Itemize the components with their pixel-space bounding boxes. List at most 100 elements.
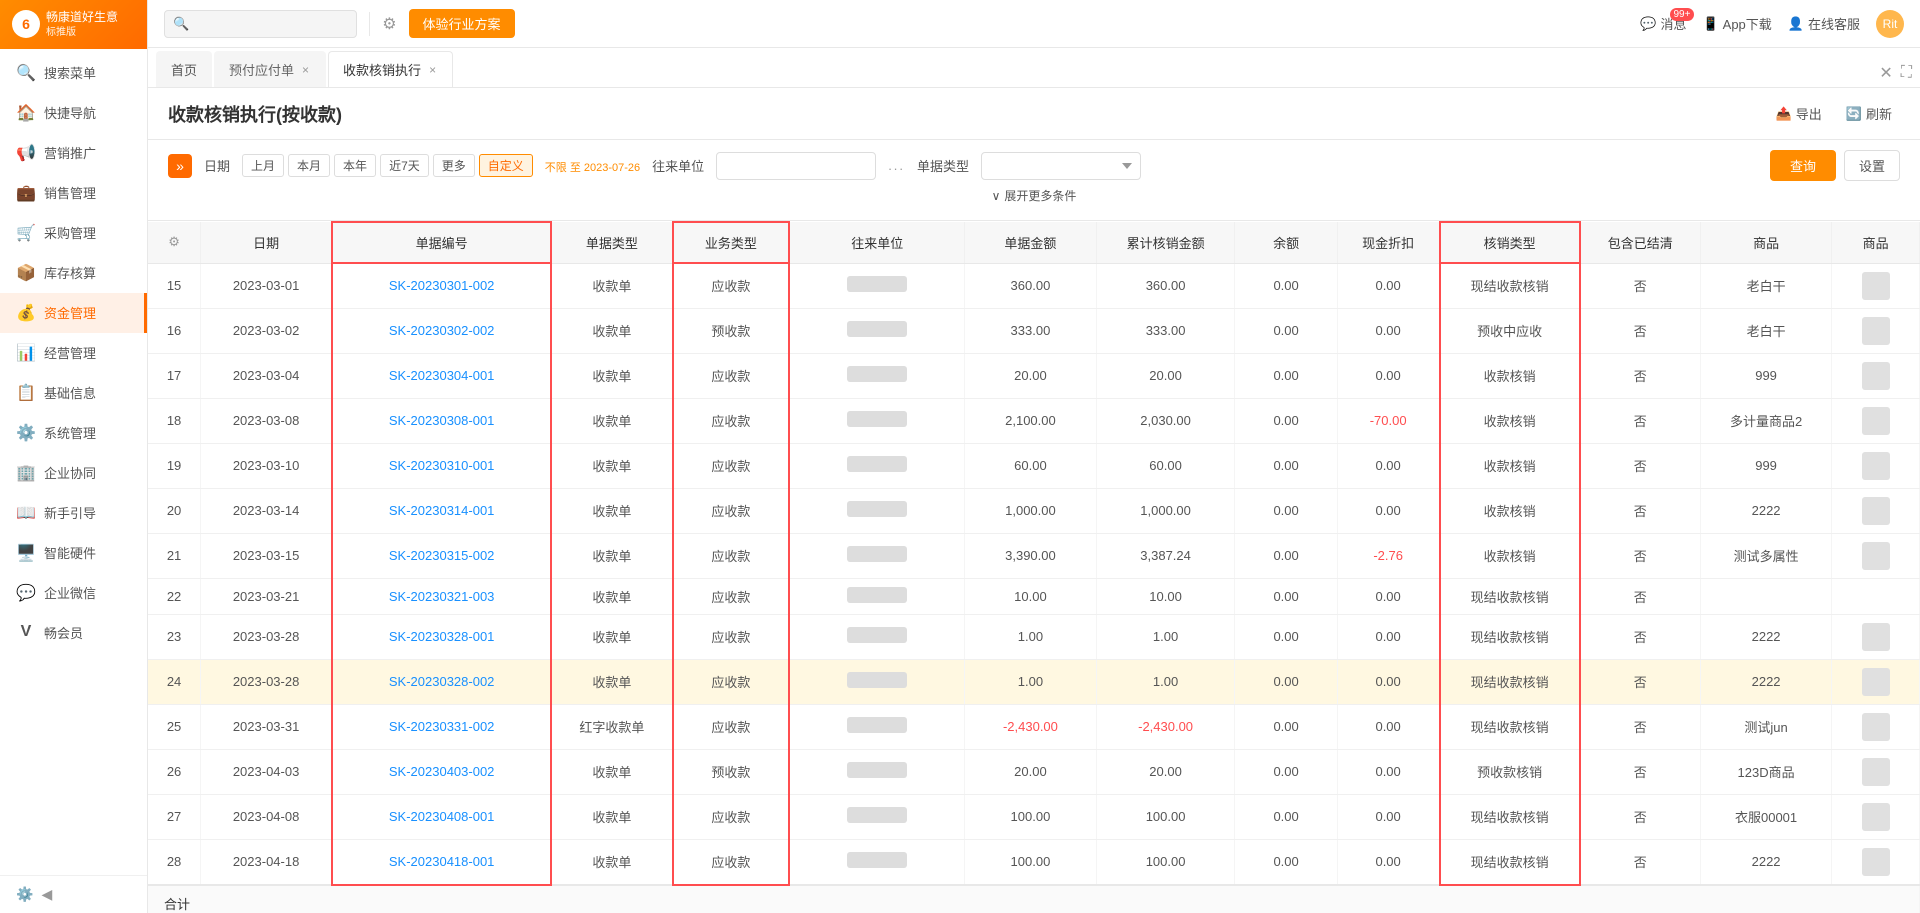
cell-doc-no[interactable]: SK-20230403-002	[332, 749, 551, 794]
cell-doc-no[interactable]: SK-20230321-003	[332, 578, 551, 614]
sales-icon: 💼	[16, 183, 36, 203]
cell-amount: 3,390.00	[965, 533, 1096, 578]
settings-footer-icon[interactable]: ⚙️	[16, 886, 33, 903]
tab-home[interactable]: 首页	[156, 51, 212, 87]
doc-type-select[interactable]	[981, 152, 1141, 180]
th-settings[interactable]: ⚙	[148, 222, 201, 263]
user-avatar[interactable]: Rit	[1876, 10, 1904, 38]
th-cash-discount[interactable]: 现金折扣	[1337, 222, 1439, 263]
th-doc-no[interactable]: 单据编号	[332, 222, 551, 263]
cell-doc-no[interactable]: SK-20230301-002	[332, 263, 551, 308]
th-goods-img[interactable]: 商品	[1832, 222, 1920, 263]
cell-accum: 100.00	[1096, 794, 1235, 839]
cell-cancel-type: 现结收款核销	[1440, 263, 1580, 308]
cell-goods-img	[1832, 353, 1920, 398]
cell-discount: -70.00	[1337, 398, 1439, 443]
export-button[interactable]: 📤 导出	[1768, 100, 1830, 127]
cell-doc-no[interactable]: SK-20230315-002	[332, 533, 551, 578]
sidebar-item-purchase[interactable]: 🛒 采购管理	[0, 213, 147, 253]
cell-date: 2023-03-31	[201, 704, 332, 749]
date-7days-btn[interactable]: 近7天	[380, 154, 429, 177]
tab-receipt-cancel[interactable]: 收款核销执行 ×	[328, 51, 453, 87]
cell-doc-no[interactable]: SK-20230418-001	[332, 839, 551, 885]
topbar-app-download[interactable]: 📱 App下载	[1702, 14, 1771, 33]
cell-doc-no[interactable]: SK-20230308-001	[332, 398, 551, 443]
sidebar-item-search[interactable]: 🔍 搜索菜单	[0, 53, 147, 93]
date-this-year-btn[interactable]: 本年	[334, 154, 376, 177]
th-biz-type[interactable]: 业务类型	[673, 222, 790, 263]
th-date[interactable]: 日期	[201, 222, 332, 263]
date-custom-btn[interactable]: 自定义	[479, 154, 533, 177]
cell-doc-no[interactable]: SK-20230408-001	[332, 794, 551, 839]
sidebar-item-inventory[interactable]: 📦 库存核算	[0, 253, 147, 293]
sidebar-item-hardware[interactable]: 🖥️ 智能硬件	[0, 533, 147, 573]
query-button[interactable]: 查询	[1770, 150, 1836, 181]
cell-amount: 1,000.00	[965, 488, 1096, 533]
cell-doc-type: 收款单	[551, 659, 672, 704]
tab-prepay[interactable]: 预付应付单 ×	[214, 51, 326, 87]
cell-doc-no[interactable]: SK-20230304-001	[332, 353, 551, 398]
cell-doc-no[interactable]: SK-20230314-001	[332, 488, 551, 533]
th-doc-type[interactable]: 单据类型	[551, 222, 672, 263]
topbar-gear-icon[interactable]: ⚙	[382, 14, 396, 34]
cell-date: 2023-04-18	[201, 839, 332, 885]
sidebar-item-system[interactable]: ⚙️ 系统管理	[0, 413, 147, 453]
cell-accum: 20.00	[1096, 353, 1235, 398]
expand-conditions-button[interactable]: ∨ 展开更多条件	[168, 181, 1900, 210]
cell-doc-no[interactable]: SK-20230328-002	[332, 659, 551, 704]
cell-doc-no[interactable]: SK-20230302-002	[332, 308, 551, 353]
cell-seq: 28	[148, 839, 201, 885]
sidebar-item-corp[interactable]: 🏢 企业协同	[0, 453, 147, 493]
sidebar-item-basic[interactable]: 📋 基础信息	[0, 373, 147, 413]
tab-close-receipt-cancel[interactable]: ×	[427, 62, 438, 78]
sidebar-item-marketing[interactable]: 📢 营销推广	[0, 133, 147, 173]
sidebar-item-sales[interactable]: 💼 销售管理	[0, 173, 147, 213]
cell-seq: 27	[148, 794, 201, 839]
cell-doc-type: 收款单	[551, 308, 672, 353]
cell-goods-img	[1832, 533, 1920, 578]
cell-discount: -2.76	[1337, 533, 1439, 578]
partner-filter-input[interactable]	[716, 152, 876, 180]
cell-partner	[789, 398, 964, 443]
cell-doc-no[interactable]: SK-20230310-001	[332, 443, 551, 488]
sidebar-item-finance[interactable]: 💰 资金管理	[0, 293, 147, 333]
table-row: 202023-03-14SK-20230314-001收款单应收款1,000.0…	[148, 488, 1920, 533]
topbar-message[interactable]: 💬 消息 99+	[1640, 14, 1686, 33]
industry-solution-button[interactable]: 体验行业方案	[409, 9, 515, 38]
collapse-icon[interactable]: ◀	[41, 886, 52, 903]
filter-settings-button[interactable]: 设置	[1844, 150, 1900, 181]
message-icon: 💬	[1640, 16, 1656, 32]
th-amount[interactable]: 单据金额	[965, 222, 1096, 263]
th-include-settled[interactable]: 包含已结清	[1580, 222, 1701, 263]
date-last-month-btn[interactable]: 上月	[242, 154, 284, 177]
sidebar-item-guide[interactable]: 📖 新手引导	[0, 493, 147, 533]
refresh-button[interactable]: 🔄 刷新	[1838, 100, 1900, 127]
cell-seq: 23	[148, 614, 201, 659]
date-this-month-btn[interactable]: 本月	[288, 154, 330, 177]
topbar-online-service[interactable]: 👤 在线客服	[1788, 14, 1860, 33]
th-goods[interactable]: 商品	[1700, 222, 1831, 263]
topbar-search-input[interactable]	[193, 17, 348, 31]
data-table-wrapper: ⚙ 日期 单据编号 单据类型 业务类型 往来单位 单据金额 累计核销金额 余额 …	[148, 221, 1920, 913]
cell-amount: 20.00	[965, 749, 1096, 794]
cell-date: 2023-03-21	[201, 578, 332, 614]
sidebar-item-operation[interactable]: 📊 经营管理	[0, 333, 147, 373]
filter-toggle-button[interactable]: »	[168, 154, 192, 178]
tab-close-all-icon[interactable]: ✕	[1879, 63, 1892, 83]
filter-bar: » 日期 上月 本月 本年 近7天 更多 自定义 不限 至 2023-07-26…	[148, 140, 1920, 221]
th-cancel-type[interactable]: 核销类型	[1440, 222, 1580, 263]
sidebar-item-shortcut[interactable]: 🏠 快捷导航	[0, 93, 147, 133]
topbar-search-box[interactable]: 🔍	[164, 10, 357, 38]
tab-close-prepay[interactable]: ×	[300, 62, 311, 78]
th-partner[interactable]: 往来单位	[789, 222, 964, 263]
sidebar-item-wechat[interactable]: 💬 企业微信	[0, 573, 147, 613]
th-accum-cancel[interactable]: 累计核销金额	[1096, 222, 1235, 263]
cell-doc-no[interactable]: SK-20230328-001	[332, 614, 551, 659]
th-balance[interactable]: 余额	[1235, 222, 1337, 263]
cell-doc-no[interactable]: SK-20230331-002	[332, 704, 551, 749]
cell-goods-img	[1832, 578, 1920, 614]
tab-expand-icon[interactable]: ⛶	[1901, 64, 1912, 82]
sidebar-item-member[interactable]: V 畅会员	[0, 613, 147, 652]
cell-partner	[789, 533, 964, 578]
date-more-btn[interactable]: 更多	[433, 154, 475, 177]
